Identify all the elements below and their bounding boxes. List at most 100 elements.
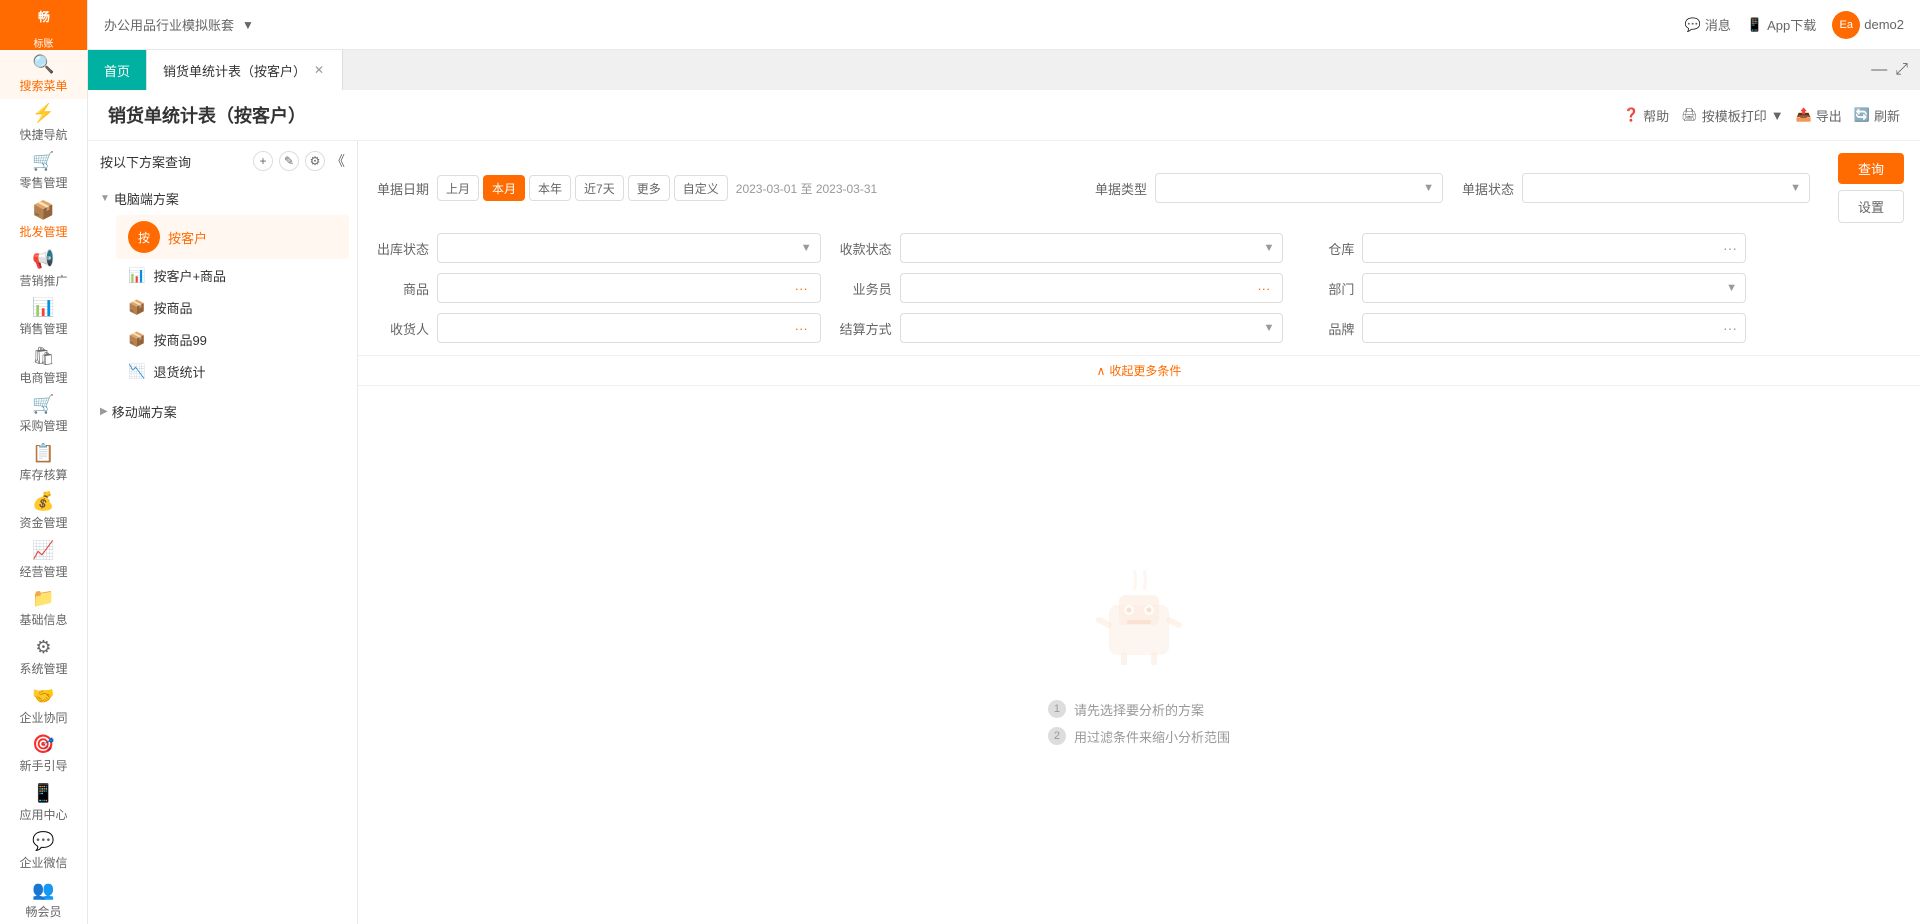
message-btn[interactable]: 💬 消息: [1685, 15, 1731, 34]
scheme-add-btn[interactable]: +: [253, 151, 273, 171]
payment-method-input[interactable]: ▼: [900, 313, 1284, 343]
template-print-btn[interactable]: 🖨 按模板打印 ▼: [1681, 106, 1783, 125]
app-name: 标账: [34, 35, 54, 50]
purchase-icon: 🛒: [32, 394, 54, 415]
date-btn-last-month[interactable]: 上月: [437, 175, 479, 201]
user-profile-btn[interactable]: Ea demo2: [1832, 11, 1904, 39]
print-icon: 🖨: [1681, 107, 1698, 123]
scheme-group-header-desktop[interactable]: ▼ 电脑端方案: [88, 183, 357, 214]
sidebar-item-label: 零售管理: [19, 174, 67, 191]
warehouse-input[interactable]: ···: [1362, 233, 1746, 263]
scheme-item-by-goods[interactable]: 📦 按商品: [116, 292, 349, 323]
app-logo[interactable]: 畅 标账: [0, 0, 87, 50]
doc-status-dropdown-arrow: ▼: [1790, 182, 1801, 194]
tab-home[interactable]: 首页: [88, 50, 147, 90]
sidebar-item-ecommerce[interactable]: 🛍 电商管理: [0, 341, 87, 390]
doc-type-input[interactable]: ▼: [1155, 173, 1443, 203]
enterprise-icon: 🤝: [32, 686, 54, 707]
tab-sales-stats-label: 销货单统计表（按客户）: [163, 61, 306, 80]
export-icon: 📤: [1796, 107, 1812, 123]
goods-more-btn[interactable]: ···: [791, 281, 812, 296]
scheme-item-label: 按商品99: [153, 330, 206, 349]
brand-input[interactable]: ···: [1362, 313, 1746, 343]
sidebar-item-wechat[interactable]: 💬 企业微信: [0, 827, 87, 876]
print-dropdown-arrow: ▼: [1771, 108, 1784, 123]
filter-field-goods: 商品 ···: [374, 273, 821, 303]
sidebar-item-member[interactable]: 👥 畅会员: [0, 876, 87, 924]
inventory-icon: 📋: [32, 443, 54, 464]
marketing-icon: 📢: [32, 249, 54, 270]
setting-btn[interactable]: 设置: [1838, 190, 1904, 223]
tab-minimize-btn[interactable]: —: [1871, 61, 1887, 79]
brand-label: 品牌: [1299, 319, 1354, 338]
download-icon: 📱: [1747, 17, 1763, 33]
empty-tip-1: 1 请先选择要分析的方案: [1048, 700, 1230, 719]
sidebar-item-system[interactable]: ⚙ 系统管理: [0, 633, 87, 682]
sidebar-item-label: 经营管理: [19, 563, 67, 580]
out-status-input[interactable]: ▼: [437, 233, 821, 263]
sidebar-item-finance[interactable]: 💰 资金管理: [0, 487, 87, 536]
date-btn-custom[interactable]: 自定义: [674, 175, 728, 201]
system-icon: ⚙: [35, 637, 51, 658]
tab-maximize-btn[interactable]: ⤢: [1895, 61, 1908, 79]
tab-sales-stats[interactable]: 销货单统计表（按客户） ✕: [147, 50, 343, 90]
export-btn[interactable]: 📤 导出: [1796, 106, 1842, 125]
filter-field-payment-method: 结算方式 ▼: [837, 313, 1284, 343]
active-dot-icon: 按: [128, 221, 160, 253]
scheme-group-header-mobile[interactable]: ▶ 移动端方案: [88, 396, 357, 427]
date-btn-this-month[interactable]: 本月: [483, 175, 525, 201]
sidebar-item-search[interactable]: 🔍 搜索菜单: [0, 50, 87, 99]
sidebar-item-operations[interactable]: 📈 经营管理: [0, 536, 87, 585]
search-icon: 🔍: [32, 54, 54, 75]
scheme-item-by-goods-99[interactable]: 📦 按商品99: [116, 324, 349, 355]
scheme-item-icon-return: 📉: [128, 363, 145, 380]
goods-label: 商品: [374, 279, 429, 298]
consignee-more-btn[interactable]: ···: [791, 321, 812, 336]
consignee-input[interactable]: ···: [437, 313, 821, 343]
scheme-item-label: 退货统计: [153, 362, 205, 381]
refresh-btn[interactable]: 🔄 刷新: [1854, 106, 1900, 125]
sidebar-item-appcenter[interactable]: 📱 应用中心: [0, 778, 87, 827]
scheme-item-label: 按商品: [153, 298, 192, 317]
group-expand-arrow: ▼: [100, 193, 110, 204]
department-input[interactable]: ▼: [1362, 273, 1746, 303]
scheme-item-return-stats[interactable]: 📉 退货统计: [116, 356, 349, 387]
doc-status-input[interactable]: ▼: [1522, 173, 1810, 203]
operations-icon: 📈: [32, 540, 54, 561]
receive-status-input[interactable]: ▼: [900, 233, 1284, 263]
sidebar-item-basic[interactable]: 📁 基础信息: [0, 584, 87, 633]
scheme-item-label: 按客户+商品: [153, 266, 226, 285]
sidebar-item-newbie[interactable]: 🎯 新手引导: [0, 730, 87, 779]
sidebar-item-wholesale[interactable]: 📦 批发管理: [0, 196, 87, 245]
sidebar-item-inventory[interactable]: 📋 库存核算: [0, 439, 87, 488]
scheme-edit-btn[interactable]: ✎: [279, 151, 299, 171]
app-download-btn[interactable]: 📱 App下载: [1747, 15, 1816, 34]
doc-type-dropdown-arrow: ▼: [1423, 182, 1434, 194]
scheme-item-by-customer[interactable]: 按 按客户: [116, 215, 349, 259]
date-btn-this-year[interactable]: 本年: [529, 175, 571, 201]
scheme-collapse-btn[interactable]: 《: [331, 151, 345, 171]
sidebar-item-sales[interactable]: 📊 销售管理: [0, 293, 87, 342]
scheme-panel-header: 按以下方案查询 + ✎ ⚙ 《: [88, 151, 357, 179]
svg-text:畅: 畅: [38, 10, 50, 24]
tab-close-btn[interactable]: ✕: [312, 61, 326, 79]
help-btn[interactable]: ❓ 帮助: [1623, 106, 1669, 125]
salesperson-input[interactable]: ···: [900, 273, 1284, 303]
breadcrumb-dropdown[interactable]: ▼: [242, 18, 254, 32]
salesperson-more-btn[interactable]: ···: [1253, 281, 1274, 296]
sidebar-item-quick-nav[interactable]: ⚡ 快捷导航: [0, 99, 87, 148]
sidebar-item-marketing[interactable]: 📢 营销推广: [0, 244, 87, 293]
scheme-item-by-customer-goods[interactable]: 📊 按客户+商品: [116, 260, 349, 291]
sidebar-item-enterprise[interactable]: 🤝 企业协同: [0, 681, 87, 730]
sidebar-item-retail[interactable]: 🛒 零售管理: [0, 147, 87, 196]
empty-state: 1 请先选择要分析的方案 2 用过滤条件来缩小分析范围: [358, 386, 1920, 924]
header-right: 💬 消息 📱 App下载 Ea demo2: [1685, 11, 1904, 39]
date-btn-last-7-days[interactable]: 近7天: [575, 175, 624, 201]
query-btn[interactable]: 查询: [1838, 153, 1904, 184]
date-btn-more[interactable]: 更多: [628, 175, 670, 201]
goods-input[interactable]: ···: [437, 273, 821, 303]
sidebar-item-purchase[interactable]: 🛒 采购管理: [0, 390, 87, 439]
collapse-bar[interactable]: ∧ 收起更多条件: [358, 356, 1920, 386]
scheme-settings-btn[interactable]: ⚙: [305, 151, 325, 171]
sidebar-item-label: 系统管理: [19, 660, 67, 677]
